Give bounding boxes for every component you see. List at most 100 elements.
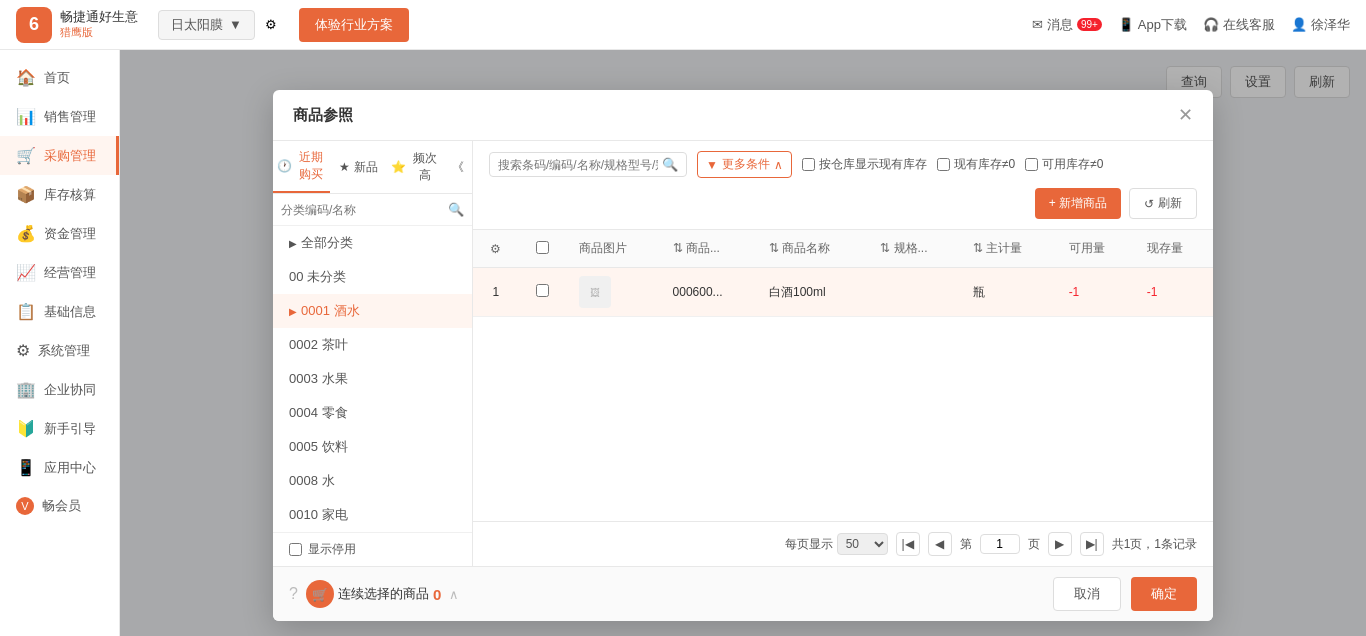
user-avatar[interactable]: 👤 徐泽华 (1291, 16, 1350, 34)
app-download-btn[interactable]: 📱 App下载 (1118, 16, 1187, 34)
cat-item-all[interactable]: ▶ 全部分类 (273, 226, 472, 260)
last-page-btn[interactable]: ▶| (1080, 532, 1104, 556)
sidebar-item-inventory[interactable]: 📦 库存核算 (0, 175, 119, 214)
experience-btn[interactable]: 体验行业方案 (299, 8, 409, 42)
row-unit-cell: 瓶 (961, 268, 1057, 317)
page-input[interactable] (980, 534, 1020, 554)
help-icon[interactable]: ? (289, 585, 298, 603)
cat-item-fruit[interactable]: 0003 水果 (273, 362, 472, 396)
cat-collapse-btn[interactable]: 《 (444, 141, 472, 193)
sidebar-label-inventory: 库存核算 (44, 186, 96, 204)
available2-label: 可用库存≠0 (1042, 156, 1103, 173)
operation-icon: 📈 (16, 263, 36, 282)
sidebar-label-operation: 经营管理 (44, 264, 96, 282)
th-unit[interactable]: ⇅ 主计量 (961, 230, 1057, 268)
product-table: ⚙ 商品图片 (473, 230, 1213, 317)
cat-item-liquor-arrow: ▶ (289, 306, 297, 317)
cat-tab-recent[interactable]: 🕐 近期购买 (273, 141, 330, 193)
sidebar-item-collab[interactable]: 🏢 企业协同 (0, 370, 119, 409)
sidebar-item-appcenter[interactable]: 📱 应用中心 (0, 448, 119, 487)
page-size-dropdown[interactable]: 10 20 50 100 (837, 533, 888, 555)
selected-label: 连续选择的商品 (338, 585, 429, 603)
logo-text: 畅捷通好生意 (60, 9, 138, 26)
selected-count: 0 (433, 586, 441, 603)
product-search-icon[interactable]: 🔍 (662, 157, 678, 172)
modal-overlay: 商品参照 ✕ 🕐 近期购买 ★ (120, 50, 1366, 636)
category-search-box: 🔍 (273, 194, 472, 226)
first-page-btn[interactable]: |◀ (896, 532, 920, 556)
row-available-cell: -1 (1057, 268, 1135, 317)
branch-dropdown[interactable]: 日太阳膜 ▼ (158, 10, 255, 40)
cancel-btn[interactable]: 取消 (1053, 577, 1121, 611)
settings-icon[interactable]: ⚙ (255, 9, 287, 41)
th-code[interactable]: ⇅ 商品... (661, 230, 757, 268)
next-page-btn[interactable]: ▶ (1048, 532, 1072, 556)
category-search-input[interactable] (281, 203, 444, 217)
modal-close-btn[interactable]: ✕ (1178, 104, 1193, 126)
cat-item-liquor[interactable]: ▶ 0001 酒水 (273, 294, 472, 328)
page-info: 共1页，1条记录 (1112, 536, 1197, 553)
row-checkbox[interactable] (536, 284, 549, 297)
sidebar-item-member[interactable]: V 畅会员 (0, 487, 119, 525)
filter-label: 更多条件 (722, 156, 770, 173)
sidebar-item-guide[interactable]: 🔰 新手引导 (0, 409, 119, 448)
category-search-icon[interactable]: 🔍 (448, 202, 464, 217)
dropdown-arrow-icon: ▼ (229, 17, 242, 32)
settings-icon[interactable]: ⚙ (490, 242, 501, 256)
collapse-footer-icon[interactable]: ∧ (449, 587, 459, 602)
cat-item-water[interactable]: 0008 水 (273, 464, 472, 498)
cat-item-uncategorized[interactable]: 00 未分类 (273, 260, 472, 294)
row-checkbox-cell (519, 268, 567, 317)
select-all-checkbox[interactable] (536, 241, 549, 254)
product-table-container: ⚙ 商品图片 (473, 230, 1213, 521)
sidebar-item-home[interactable]: 🏠 首页 (0, 58, 119, 97)
sidebar-label-finance: 资金管理 (44, 225, 96, 243)
message-btn[interactable]: ✉ 消息 99+ (1032, 16, 1102, 34)
cart-icon: 🛒 (306, 580, 334, 608)
product-search-input[interactable] (498, 158, 658, 172)
sidebar-item-sales[interactable]: 📊 销售管理 (0, 97, 119, 136)
refresh-btn[interactable]: ↺ 刷新 (1129, 188, 1197, 219)
sidebar-label-member: 畅会员 (42, 497, 81, 515)
confirm-btn[interactable]: 确定 (1131, 577, 1197, 611)
product-search-box: 🔍 (489, 152, 687, 177)
th-spec[interactable]: ⇅ 规格... (868, 230, 961, 268)
sidebar-item-purchase[interactable]: 🛒 采购管理 (0, 136, 119, 175)
filter-btn[interactable]: ▼ 更多条件 ∧ (697, 151, 792, 178)
cat-tab-new[interactable]: ★ 新品 (330, 141, 387, 193)
available2-input[interactable] (1025, 158, 1038, 171)
navbar-right: ✉ 消息 99+ 📱 App下载 🎧 在线客服 👤 徐泽华 (1032, 16, 1350, 34)
table-row[interactable]: 1 🖼 (473, 268, 1213, 317)
cat-item-snack-label: 0004 零食 (289, 404, 348, 422)
available2-checkbox[interactable]: 可用库存≠0 (1025, 156, 1103, 173)
cat-item-drinks-label: 0005 饮料 (289, 438, 348, 456)
row-name-cell: 白酒100ml (757, 268, 868, 317)
cat-item-snack[interactable]: 0004 零食 (273, 396, 472, 430)
category-tabs: 🕐 近期购买 ★ 新品 ⭐ 频次高 《 (273, 141, 472, 194)
cat-item-tea[interactable]: 0002 茶叶 (273, 328, 472, 362)
sidebar-item-finance[interactable]: 💰 资金管理 (0, 214, 119, 253)
show-disabled-checkbox[interactable]: 显示停用 (289, 541, 456, 558)
category-panel: 🕐 近期购买 ★ 新品 ⭐ 频次高 《 (273, 141, 473, 566)
th-available: 可用量 (1057, 230, 1135, 268)
sidebar-item-system[interactable]: ⚙ 系统管理 (0, 331, 119, 370)
show-stock-checkbox[interactable]: 按仓库显示现有库存 (802, 156, 927, 173)
cat-item-uncategorized-label: 00 未分类 (289, 268, 346, 286)
th-name[interactable]: ⇅ 商品名称 (757, 230, 868, 268)
finance-icon: 💰 (16, 224, 36, 243)
online-service-btn[interactable]: 🎧 在线客服 (1203, 16, 1275, 34)
show-stock-input[interactable] (802, 158, 815, 171)
prev-page-btn[interactable]: ◀ (928, 532, 952, 556)
available-input[interactable] (937, 158, 950, 171)
add-product-btn[interactable]: + 新增商品 (1035, 188, 1121, 219)
available-checkbox[interactable]: 现有库存≠0 (937, 156, 1015, 173)
sidebar-item-basic[interactable]: 📋 基础信息 (0, 292, 119, 331)
cat-tab-frequent[interactable]: ⭐ 频次高 (387, 141, 444, 193)
message-icon: ✉ (1032, 17, 1043, 32)
cat-item-drinks[interactable]: 0005 饮料 (273, 430, 472, 464)
sidebar-label-appcenter: 应用中心 (44, 459, 96, 477)
show-disabled-input[interactable] (289, 543, 302, 556)
cat-item-appliance[interactable]: 0010 家电 (273, 498, 472, 532)
sidebar-item-operation[interactable]: 📈 经营管理 (0, 253, 119, 292)
logo-sub: 猎鹰版 (60, 25, 138, 40)
